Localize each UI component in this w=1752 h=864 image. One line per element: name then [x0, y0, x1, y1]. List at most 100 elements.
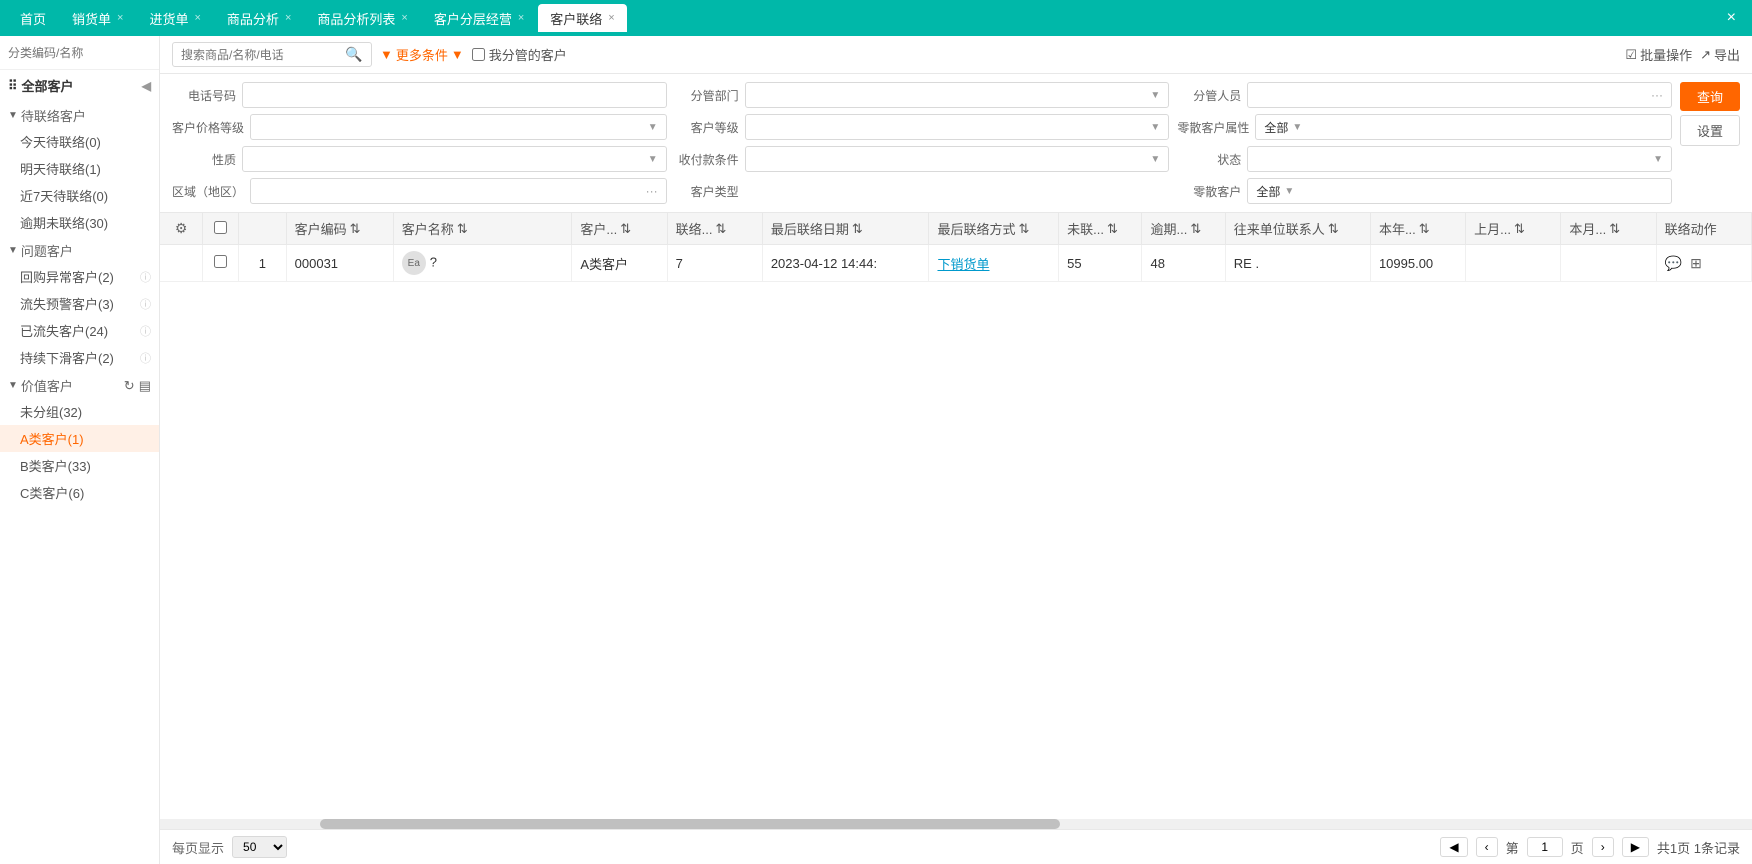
tab-customer-segment-close[interactable]: ×	[518, 12, 524, 24]
row-last-method-link[interactable]: 下销货单	[937, 257, 989, 272]
page-last-btn[interactable]: ▶	[1622, 837, 1649, 857]
sidebar: 🔍 ⠿ 全部客户 ◀ ▼ 待联络客户 今天待联络(0) 明天待联络(1) 近7天…	[0, 36, 160, 864]
filter-retail-attr-select[interactable]: 全部 ▼	[1255, 114, 1672, 140]
page-first-btn[interactable]: ◀	[1440, 837, 1467, 857]
sidebar-section-pending[interactable]: ▼ 待联络客户	[0, 101, 159, 128]
tab-goods-analysis[interactable]: 商品分析 ×	[215, 4, 303, 32]
filter-phone-label: 电话号码	[172, 87, 242, 104]
filter-price-grade-select[interactable]: ▼	[250, 114, 667, 140]
tab-purchase-close[interactable]: ×	[194, 12, 200, 24]
filter-nature-select[interactable]: ▼	[242, 146, 667, 172]
row-qr-icon[interactable]: ⊞	[1690, 255, 1702, 272]
filter-action-btns: 查询 设置	[1680, 82, 1740, 204]
th-last-date[interactable]: 最后联络日期⇅	[762, 213, 929, 245]
sidebar-item-class-c[interactable]: C类客户(6)	[0, 479, 159, 506]
sidebar-item-declining[interactable]: 持续下滑客户(2) ⓘ	[0, 344, 159, 371]
tab-goods-list-close[interactable]: ×	[401, 12, 407, 24]
tab-sales-close[interactable]: ×	[117, 12, 123, 24]
row-type: A类客户	[572, 245, 667, 282]
tab-goods-list-label: 商品分析列表	[317, 9, 395, 28]
nav-close-all[interactable]: ×	[1719, 9, 1744, 27]
filter-person-input[interactable]: ···	[1247, 82, 1672, 108]
filter-status-select[interactable]: ▼	[1247, 146, 1672, 172]
more-conditions-btn[interactable]: ▼ 更多条件 ▼	[380, 45, 464, 64]
th-overdue[interactable]: 逾期...⇅	[1142, 213, 1225, 245]
th-action: 联络动作	[1656, 213, 1751, 245]
tab-customer-segment[interactable]: 客户分层经营 ×	[422, 4, 536, 32]
sidebar-search-input[interactable]	[8, 46, 160, 60]
tab-home[interactable]: 首页	[8, 4, 58, 32]
export-btn[interactable]: ↗ 导出	[1700, 45, 1740, 64]
tab-goods-list[interactable]: 商品分析列表 ×	[305, 4, 419, 32]
th-contact[interactable]: 联络...⇅	[667, 213, 762, 245]
row-chat-icon[interactable]: 💬	[1665, 255, 1682, 272]
filter-phone-input[interactable]	[242, 82, 667, 108]
th-name[interactable]: 客户名称⇅	[393, 213, 572, 245]
filter-customer-grade-label: 客户等级	[675, 119, 745, 136]
sidebar-item-today[interactable]: 今天待联络(0)	[0, 128, 159, 155]
th-uncontact[interactable]: 未联...⇅	[1059, 213, 1142, 245]
filter-dept-select[interactable]: ▼	[745, 82, 1170, 108]
sidebar-section-problem[interactable]: ▼ 问题客户	[0, 236, 159, 263]
value-settings-icon[interactable]: ▤	[139, 378, 151, 394]
my-customers-check[interactable]: 我分管的客户	[472, 45, 567, 64]
horizontal-scrollbar[interactable]	[160, 819, 1752, 829]
tab-customer-contact[interactable]: 客户联络 ×	[538, 4, 626, 32]
filter-status: 状态 ▼	[1177, 146, 1672, 172]
page-input[interactable]	[1527, 837, 1563, 857]
filter-panel: 电话号码 分管部门 ▼	[160, 74, 1752, 213]
th-prev-contact[interactable]: 往来单位联系人⇅	[1225, 213, 1370, 245]
top-nav: 首页 销货单 × 进货单 × 商品分析 × 商品分析列表 × 客户分层经营 × …	[0, 0, 1752, 36]
sidebar-collapse-btn[interactable]: ◀	[142, 79, 151, 93]
value-refresh-icon[interactable]: ↻	[124, 378, 135, 394]
sidebar-item-class-a[interactable]: A类客户(1)	[0, 425, 159, 452]
page-end-label: 页	[1571, 838, 1584, 857]
sidebar-all-customers[interactable]: ⠿ 全部客户 ◀	[0, 70, 159, 101]
sidebar-item-overdue[interactable]: 逾期未联络(30)	[0, 209, 159, 236]
sidebar-item-repurchase[interactable]: 回购异常客户(2) ⓘ	[0, 263, 159, 290]
sidebar-item-churn-warn[interactable]: 流失预警客户(3) ⓘ	[0, 290, 159, 317]
filter-row-3: 性质 ▼ 收付款条件 ▼	[172, 146, 1672, 172]
sidebar-section-value[interactable]: ▼ 价值客户 ↻ ▤	[0, 371, 159, 398]
sidebar-item-churned[interactable]: 已流失客户(24) ⓘ	[0, 317, 159, 344]
sidebar-item-tomorrow[interactable]: 明天待联络(1)	[0, 155, 159, 182]
th-last-method[interactable]: 最后联络方式⇅	[929, 213, 1059, 245]
tab-purchase[interactable]: 进货单 ×	[137, 4, 212, 32]
filter-cust-type-input[interactable]	[745, 178, 1170, 204]
sort-icon-uncontact: ⇅	[1107, 221, 1118, 237]
sidebar-item-class-b[interactable]: B类客户(33)	[0, 452, 159, 479]
tab-sales[interactable]: 销货单 ×	[60, 4, 135, 32]
tab-customer-contact-close[interactable]: ×	[608, 12, 614, 24]
per-page-select[interactable]: 50 100 200	[232, 836, 287, 858]
page-next-btn[interactable]: ›	[1592, 837, 1614, 857]
query-button[interactable]: 查询	[1680, 82, 1740, 111]
tab-goods-analysis-close[interactable]: ×	[285, 12, 291, 24]
tab-purchase-label: 进货单	[149, 9, 188, 28]
th-lastmonth[interactable]: 上月...⇅	[1466, 213, 1561, 245]
th-thismonth[interactable]: 本月...⇅	[1561, 213, 1656, 245]
row-checkbox[interactable]	[214, 255, 227, 268]
filter-cust-type-label: 客户类型	[675, 183, 745, 200]
scrollbar-thumb[interactable]	[320, 819, 1060, 829]
search-input[interactable]	[181, 48, 341, 62]
sidebar-item-week[interactable]: 近7天待联络(0)	[0, 182, 159, 209]
th-type[interactable]: 客户...⇅	[572, 213, 667, 245]
filter-retail-select[interactable]: 全部 ▼	[1247, 178, 1672, 204]
sort-icon-type: ⇅	[620, 221, 631, 237]
th-thisyear[interactable]: 本年...⇅	[1370, 213, 1465, 245]
search-button[interactable]: 🔍	[345, 46, 362, 63]
page-prev-btn[interactable]: ‹	[1476, 837, 1498, 857]
filter-payment-select[interactable]: ▼	[745, 146, 1170, 172]
sidebar-section-value-label: 价值客户	[21, 376, 73, 395]
filter-customer-grade-select[interactable]: ▼	[745, 114, 1170, 140]
sidebar-item-ungroup[interactable]: 未分组(32)	[0, 398, 159, 425]
settings-button[interactable]: 设置	[1680, 115, 1740, 146]
row-last-method: 下销货单	[929, 245, 1059, 282]
table-gear-icon[interactable]: ⚙	[175, 220, 188, 236]
filter-region-input[interactable]: ···	[250, 178, 667, 204]
select-all-checkbox[interactable]	[214, 221, 227, 234]
batch-ops-btn[interactable]: ☑ 批量操作	[1625, 45, 1692, 64]
filter-payment-label: 收付款条件	[675, 151, 745, 168]
th-code[interactable]: 客户编码⇅	[286, 213, 393, 245]
my-customers-checkbox[interactable]	[472, 48, 485, 61]
